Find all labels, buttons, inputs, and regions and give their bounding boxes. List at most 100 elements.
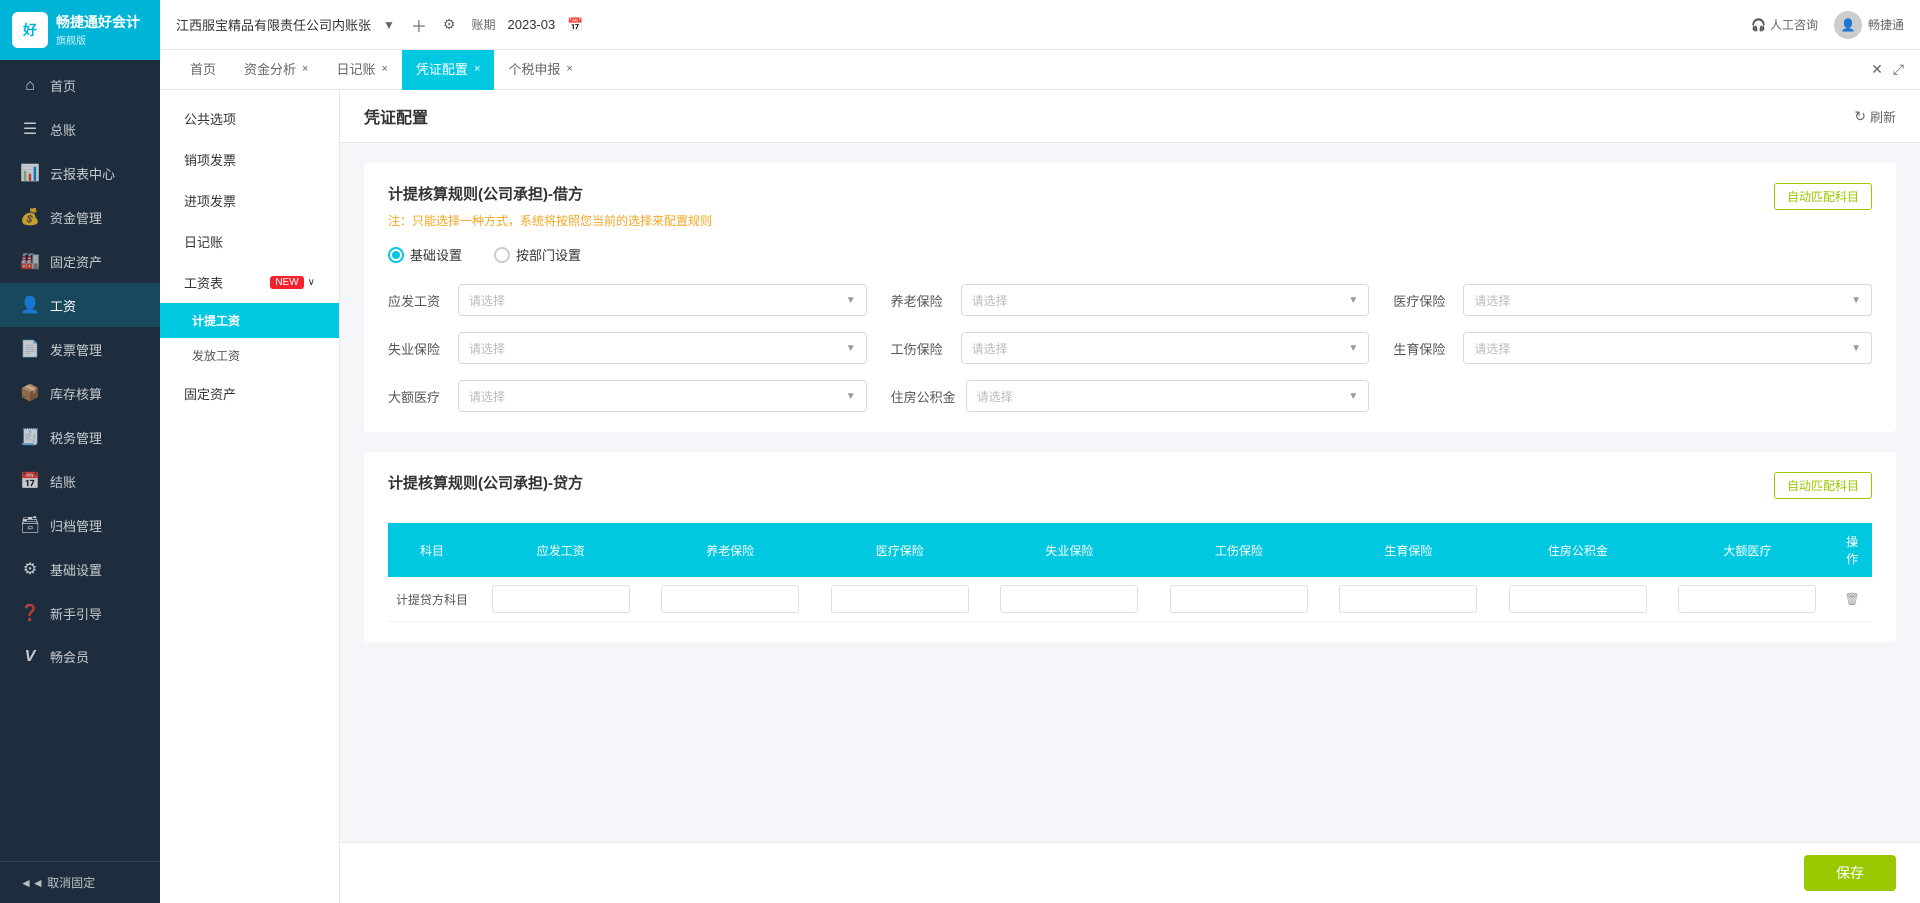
unemployment-select[interactable]: 请选择 ▼ [458,332,867,364]
work-injury-label: 工伤保险 [891,339,951,358]
tab-tax-close[interactable]: × [566,63,572,75]
sidebar-item-member[interactable]: V 畅会员 [0,635,160,678]
menu-pay-salary-label: 发放工资 [192,349,240,363]
input-housing[interactable] [1509,585,1647,613]
sidebar-item-assets[interactable]: 🏭 固定资产 [0,239,160,283]
radio-basic[interactable]: 基础设置 [388,245,462,264]
sidebar-item-settings[interactable]: ⚙ 基础设置 [0,547,160,591]
maternity-label: 生育保险 [1393,339,1453,358]
tab-voucher[interactable]: 凭证配置 × [402,50,494,90]
tab-funds[interactable]: 资金分析 × [230,50,322,90]
menu-item-public[interactable]: 公共选项 [160,98,339,139]
credit-table-header: 科目 应发工资 养老保险 医疗保险 失业保险 工伤保险 生育保险 住房公积金 大… [388,523,1872,577]
expand-icon: ∨ [308,277,315,288]
sidebar-item-reports[interactable]: 📊 云报表中心 [0,151,160,195]
sidebar-item-guide[interactable]: ❓ 新手引导 [0,591,160,635]
tab-voucher-label: 凭证配置 [416,59,468,78]
sidebar-label-ledger: 总账 [50,120,76,139]
sidebar-item-home[interactable]: ⌂ 首页 [0,64,160,107]
maximize-tab-button[interactable]: ⤢ [1893,61,1904,78]
sidebar-item-ledger[interactable]: ☰ 总账 [0,107,160,151]
menu-item-salary-table[interactable]: 工资表 NEW ∨ [160,262,339,303]
close-tab-button[interactable]: ✕ [1871,61,1883,78]
pension-select[interactable]: 请选择 ▼ [961,284,1370,316]
topbar: 江西服宝精品有限责任公司内账张 ▼ ＋ ⚙ 账期 2023-03 📅 🎧 人工咨… [160,0,1920,50]
sidebar-nav: ⌂ 首页 ☰ 总账 📊 云报表中心 💰 资金管理 🏭 固定资产 👤 工资 📄 发… [0,60,160,861]
tab-journal-label: 日记账 [336,59,375,78]
medical-select[interactable]: 请选择 ▼ [1463,284,1872,316]
funds-icon: 💰 [20,207,40,227]
member-icon: V [20,648,40,666]
sidebar-item-invoice[interactable]: 📄 发票管理 [0,327,160,371]
tab-voucher-close[interactable]: × [474,63,480,75]
radio-group: 基础设置 按部门设置 [388,245,1872,264]
credit-auto-match-button[interactable]: 自动匹配科目 [1774,472,1872,499]
tab-tax[interactable]: 个税申报 × [494,50,586,90]
work-injury-select[interactable]: 请选择 ▼ [961,332,1370,364]
tab-home[interactable]: 首页 [176,50,230,90]
pension-arrow: ▼ [1348,295,1358,306]
content-area: 凭证配置 ↻ 刷新 自动匹配科目 计提核算规则(公司承担)-借方 注：只能选择一… [340,90,1920,903]
avatar-icon: 👤 [1841,18,1856,32]
tab-journal[interactable]: 日记账 × [322,50,401,90]
sidebar-item-archive[interactable]: 🗃 归档管理 [0,503,160,547]
input-major-medical[interactable] [1678,585,1816,613]
tax-icon: 🧾 [20,427,40,447]
housing-fund-label: 住房公积金 [891,387,956,406]
sidebar-label-reports: 云报表中心 [50,164,115,183]
tab-journal-close[interactable]: × [381,63,387,75]
radio-dept-circle [494,247,510,263]
radio-dept[interactable]: 按部门设置 [494,245,581,264]
unpin-label: ◄◄ 取消固定 [20,874,95,891]
debit-auto-match-button[interactable]: 自动匹配科目 [1774,183,1872,210]
help-button[interactable]: 🎧 人工咨询 [1751,16,1818,33]
debit-fields-grid: 应发工资 请选择 ▼ 养老保险 请选择 ▼ [388,284,1872,412]
maternity-select[interactable]: 请选择 ▼ [1463,332,1872,364]
content-header: 凭证配置 ↻ 刷新 [340,90,1920,143]
company-dropdown-icon[interactable]: ▼ [383,18,395,32]
menu-item-pay-salary[interactable]: 发放工资 [160,338,339,373]
menu-item-fixed-assets[interactable]: 固定资产 [160,373,339,414]
row-label: 计提贷方科目 [388,577,476,622]
input-pension[interactable] [661,585,799,613]
debit-section: 自动匹配科目 计提核算规则(公司承担)-借方 注：只能选择一种方式，系统将按照您… [364,163,1896,432]
sidebar-label-funds: 资金管理 [50,208,102,227]
input-maternity[interactable] [1339,585,1477,613]
menu-item-calc-salary[interactable]: 计提工资 [160,303,339,338]
content-scroll: 自动匹配科目 计提核算规则(公司承担)-借方 注：只能选择一种方式，系统将按照您… [340,143,1920,842]
new-badge: NEW [270,276,303,289]
input-salary[interactable] [492,585,630,613]
refresh-label: 刷新 [1870,107,1896,126]
cell-salary [476,577,646,622]
delete-row-icon[interactable]: 🗑 [1844,592,1859,606]
add-company-button[interactable]: ＋ [407,13,431,37]
housing-fund-select[interactable]: 请选择 ▼ [966,380,1370,412]
menu-diary-label: 日记账 [184,232,223,251]
input-medical[interactable] [831,585,969,613]
housing-fund-arrow: ▼ [1348,391,1358,402]
menu-item-sales[interactable]: 销项发票 [160,139,339,180]
cell-work-injury [1154,577,1324,622]
menu-item-diary[interactable]: 日记账 [160,221,339,262]
sidebar-item-inventory[interactable]: 📦 库存核算 [0,371,160,415]
tab-funds-close[interactable]: × [302,63,308,75]
unpin-button[interactable]: ◄◄ 取消固定 [0,861,160,903]
left-menu: 公共选项 销项发票 进项发票 日记账 工资表 NEW ∨ 计提工资 [160,90,340,903]
calendar-icon[interactable]: 📅 [567,17,583,33]
input-work-injury[interactable] [1170,585,1308,613]
settings-gear-icon[interactable]: ⚙ [443,16,456,33]
salary-payable-select[interactable]: 请选择 ▼ [458,284,867,316]
app-logo: 好 畅捷通好会计 旗舰版 [0,0,160,60]
user-profile[interactable]: 👤 畅捷通 [1834,11,1904,39]
sidebar-item-closing[interactable]: 📅 结账 [0,459,160,503]
major-medical-select[interactable]: 请选择 ▼ [458,380,867,412]
save-button[interactable]: 保存 [1804,855,1896,891]
refresh-button[interactable]: ↻ 刷新 [1854,107,1896,126]
sidebar-item-funds[interactable]: 💰 资金管理 [0,195,160,239]
inventory-icon: 📦 [20,383,40,403]
sidebar-item-salary[interactable]: 👤 工资 [0,283,160,327]
sidebar-item-tax[interactable]: 🧾 税务管理 [0,415,160,459]
menu-item-purchase[interactable]: 进项发票 [160,180,339,221]
salary-payable-arrow: ▼ [846,295,856,306]
input-unemployment[interactable] [1000,585,1138,613]
